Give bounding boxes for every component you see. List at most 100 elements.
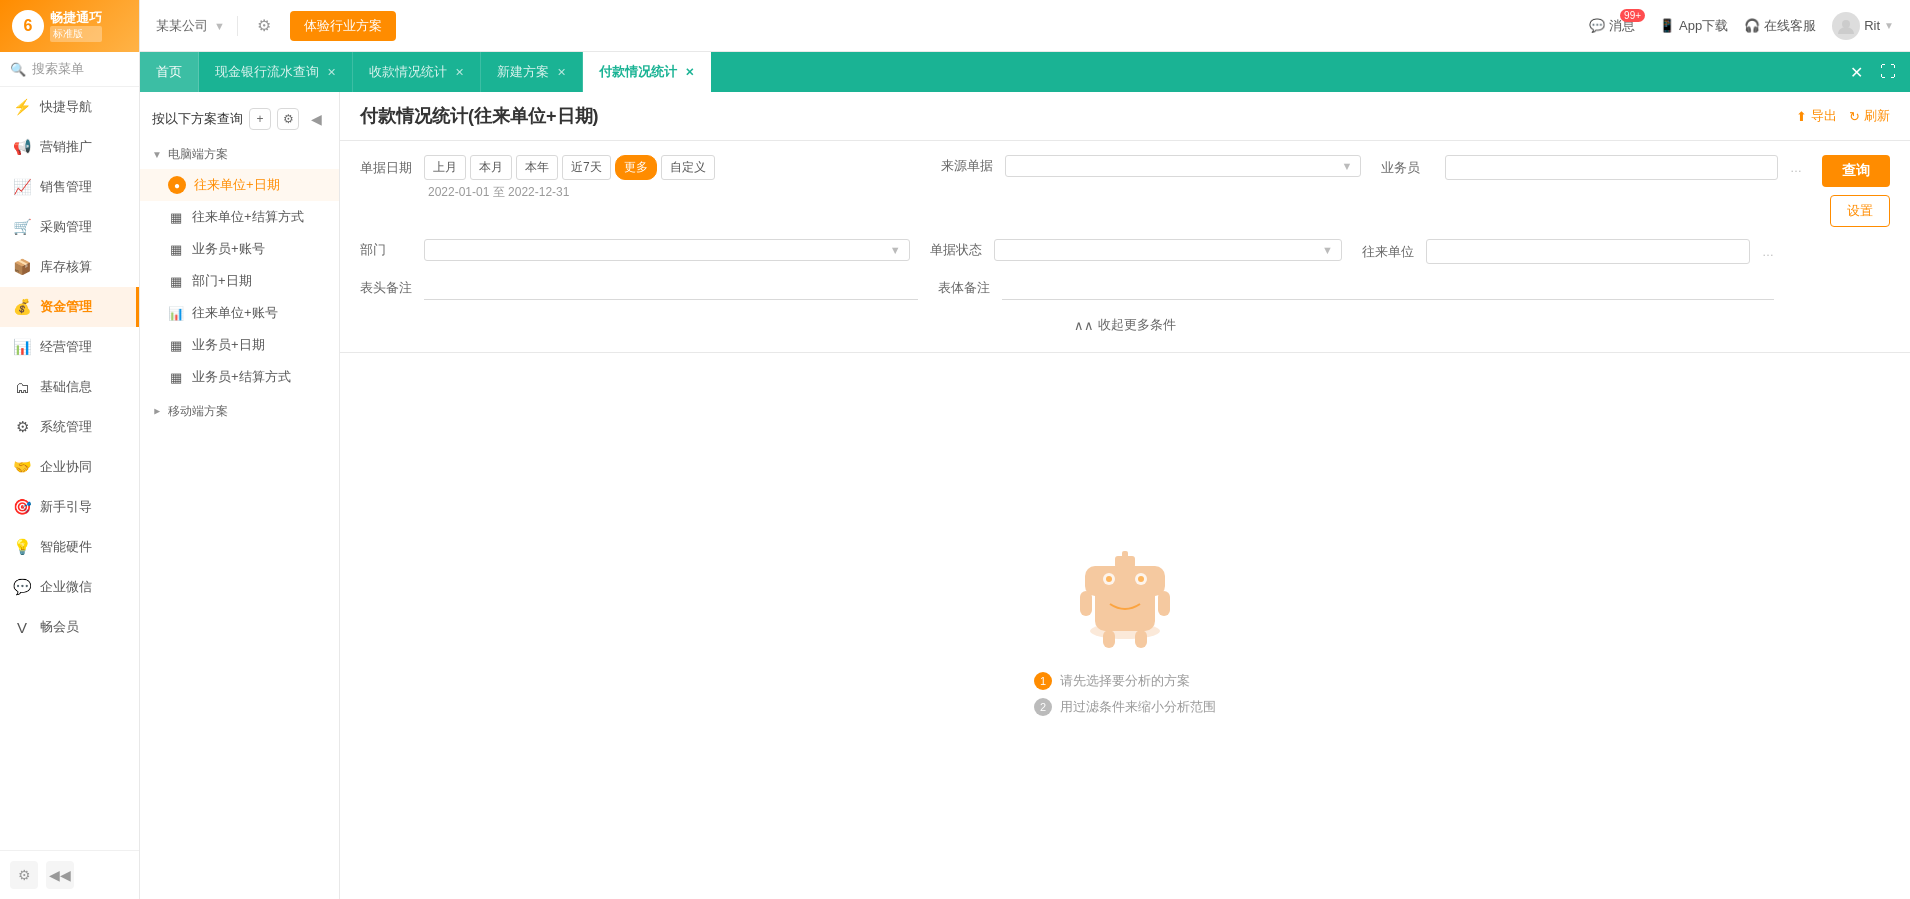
scheme-group-desktop-title[interactable]: ▼ 电脑端方案 (140, 140, 339, 169)
tab-new-scheme[interactable]: 新建方案 ✕ (481, 52, 583, 92)
scheme-item-salesman-account[interactable]: ▦ 业务员+账号 (140, 233, 339, 265)
tab-bank[interactable]: 现金银行流水查询 ✕ (199, 52, 353, 92)
sidebar-item-hardware[interactable]: 💡 智能硬件 (0, 527, 139, 567)
tab-receipt-label: 收款情况统计 (369, 63, 447, 81)
source-select[interactable]: ▼ (1005, 155, 1362, 177)
svg-rect-12 (1103, 630, 1115, 648)
tab-receipt-stats[interactable]: 收款情况统计 ✕ (353, 52, 481, 92)
topbar-settings-btn[interactable]: ⚙ (250, 12, 278, 40)
guide-icon: 🎯 (12, 497, 32, 517)
scheme-item-salesman-date[interactable]: ▦ 业务员+日期 (140, 329, 339, 361)
sidebar-item-guide[interactable]: 🎯 新手引导 (0, 487, 139, 527)
date-btn-last-month[interactable]: 上月 (424, 155, 466, 180)
svg-rect-10 (1080, 591, 1092, 616)
sidebar-item-member[interactable]: V 畅会员 (0, 607, 139, 647)
sidebar-item-finance[interactable]: 💰 资金管理 (0, 287, 139, 327)
partner-label: 往来单位 (1362, 243, 1418, 261)
partner-more-btn[interactable]: … (1762, 245, 1774, 259)
sidebar-item-label: 系统管理 (40, 418, 92, 436)
sidebar-search[interactable]: 🔍 搜索菜单 (0, 52, 139, 87)
close-all-tabs-btn[interactable]: ✕ (1842, 58, 1870, 86)
tab-bank-close[interactable]: ✕ (327, 66, 336, 79)
topbar-company[interactable]: 某某公司 ▼ (156, 17, 225, 35)
user-menu[interactable]: Rit ▼ (1832, 12, 1894, 40)
left-panel-title: 按以下方案查询 (152, 110, 243, 128)
date-btn-this-month[interactable]: 本月 (470, 155, 512, 180)
filter-status-item: 单据状态 ▼ (930, 239, 1342, 261)
scheme-icon: ▦ (168, 273, 184, 289)
tab-new-scheme-close[interactable]: ✕ (557, 66, 566, 79)
collapse-more-btn[interactable]: ∧∧ 收起更多条件 (1066, 312, 1184, 338)
app-download-btn[interactable]: 📱 App下载 (1659, 17, 1728, 35)
message-icon: 💬 (1589, 18, 1605, 33)
sidebar-item-label: 销售管理 (40, 178, 92, 196)
sidebar-item-corp[interactable]: 🤝 企业协同 (0, 447, 139, 487)
header-note-input[interactable] (424, 276, 918, 300)
chevron-down-icon: ▼ (214, 20, 225, 32)
trial-btn[interactable]: 体验行业方案 (290, 11, 396, 41)
date-btn-this-year[interactable]: 本年 (516, 155, 558, 180)
empty-state: 1 请先选择要分析的方案 2 用过滤条件来缩小分析范围 (340, 353, 1910, 899)
add-scheme-btn[interactable]: + (249, 108, 271, 130)
member-icon: V (12, 617, 32, 637)
scheme-item-dept-date[interactable]: ▦ 部门+日期 (140, 265, 339, 297)
scheme-item-label: 往来单位+账号 (192, 304, 278, 322)
panel-collapse-btn[interactable]: ◀ (305, 108, 327, 130)
sidebar-item-label: 智能硬件 (40, 538, 92, 556)
sidebar-settings-btn[interactable]: ⚙ (10, 861, 38, 889)
refresh-btn[interactable]: ↻ 刷新 (1849, 107, 1890, 125)
svg-rect-3 (1085, 566, 1165, 596)
sidebar-item-marketing[interactable]: 📢 营销推广 (0, 127, 139, 167)
app-icon: 📱 (1659, 18, 1675, 33)
tab-home[interactable]: 首页 (140, 52, 199, 92)
tab-payment-label: 付款情况统计 (599, 63, 677, 81)
salesman-input[interactable] (1445, 155, 1778, 180)
query-btn[interactable]: 查询 (1822, 155, 1890, 187)
tab-payment-close[interactable]: ✕ (685, 66, 694, 79)
fullscreen-btn[interactable]: ⛶ (1874, 58, 1902, 86)
source-chevron-icon: ▼ (1342, 160, 1353, 172)
sidebar-item-sales[interactable]: 📈 销售管理 (0, 167, 139, 207)
sidebar-item-shortcut[interactable]: ⚡ 快捷导航 (0, 87, 139, 127)
tab-payment-stats[interactable]: 付款情况统计 ✕ (583, 52, 711, 92)
sidebar-item-system[interactable]: ⚙ 系统管理 (0, 407, 139, 447)
partner-input[interactable] (1426, 239, 1750, 264)
scheme-group-mobile-title[interactable]: ▼ 移动端方案 (140, 397, 339, 426)
date-btn-more[interactable]: 更多 (615, 155, 657, 180)
scheme-item-partner-settle[interactable]: ▦ 往来单位+结算方式 (140, 201, 339, 233)
sidebar-item-purchase[interactable]: 🛒 采购管理 (0, 207, 139, 247)
sidebar-item-label: 企业协同 (40, 458, 92, 476)
scheme-item-salesman-settle[interactable]: ▦ 业务员+结算方式 (140, 361, 339, 393)
scheme-icon: ▦ (168, 337, 184, 353)
svg-point-6 (1106, 576, 1112, 582)
sidebar-item-inventory[interactable]: 📦 库存核算 (0, 247, 139, 287)
date-btn-last-7days[interactable]: 近7天 (562, 155, 611, 180)
filter-settings-btn[interactable]: 设置 (1830, 195, 1890, 227)
dept-select[interactable]: ▼ (424, 239, 910, 261)
status-select[interactable]: ▼ (994, 239, 1342, 261)
sidebar-item-operation[interactable]: 📊 经营管理 (0, 327, 139, 367)
user-chevron-icon: ▼ (1884, 20, 1894, 31)
scheme-settings-btn[interactable]: ⚙ (277, 108, 299, 130)
refresh-icon: ↻ (1849, 109, 1860, 124)
scheme-item-partner-account[interactable]: 📊 往来单位+账号 (140, 297, 339, 329)
sidebar-collapse-btn[interactable]: ◀◀ (46, 861, 74, 889)
messages-btn[interactable]: 💬 消息 99+ (1589, 17, 1635, 35)
export-btn[interactable]: ⬆ 导出 (1796, 107, 1837, 125)
sidebar-item-basic[interactable]: 🗂 基础信息 (0, 367, 139, 407)
page-header-actions: ⬆ 导出 ↻ 刷新 (1796, 107, 1890, 125)
header-note-label: 表头备注 (360, 279, 416, 297)
salesman-more-btn[interactable]: … (1790, 161, 1802, 175)
filter-dept-item: 部门 ▼ (360, 239, 910, 261)
online-service-btn[interactable]: 🎧 在线客服 (1744, 17, 1816, 35)
company-name: 某某公司 (156, 17, 208, 35)
body-note-input[interactable] (1002, 276, 1774, 300)
tab-receipt-close[interactable]: ✕ (455, 66, 464, 79)
system-icon: ⚙ (12, 417, 32, 437)
scheme-item-label: 业务员+结算方式 (192, 368, 291, 386)
tab-new-scheme-label: 新建方案 (497, 63, 549, 81)
scheme-item-partner-date[interactable]: ● 往来单位+日期 (140, 169, 339, 201)
date-btn-custom[interactable]: 自定义 (661, 155, 715, 180)
sidebar-item-weixin[interactable]: 💬 企业微信 (0, 567, 139, 607)
sidebar-item-label: 企业微信 (40, 578, 92, 596)
